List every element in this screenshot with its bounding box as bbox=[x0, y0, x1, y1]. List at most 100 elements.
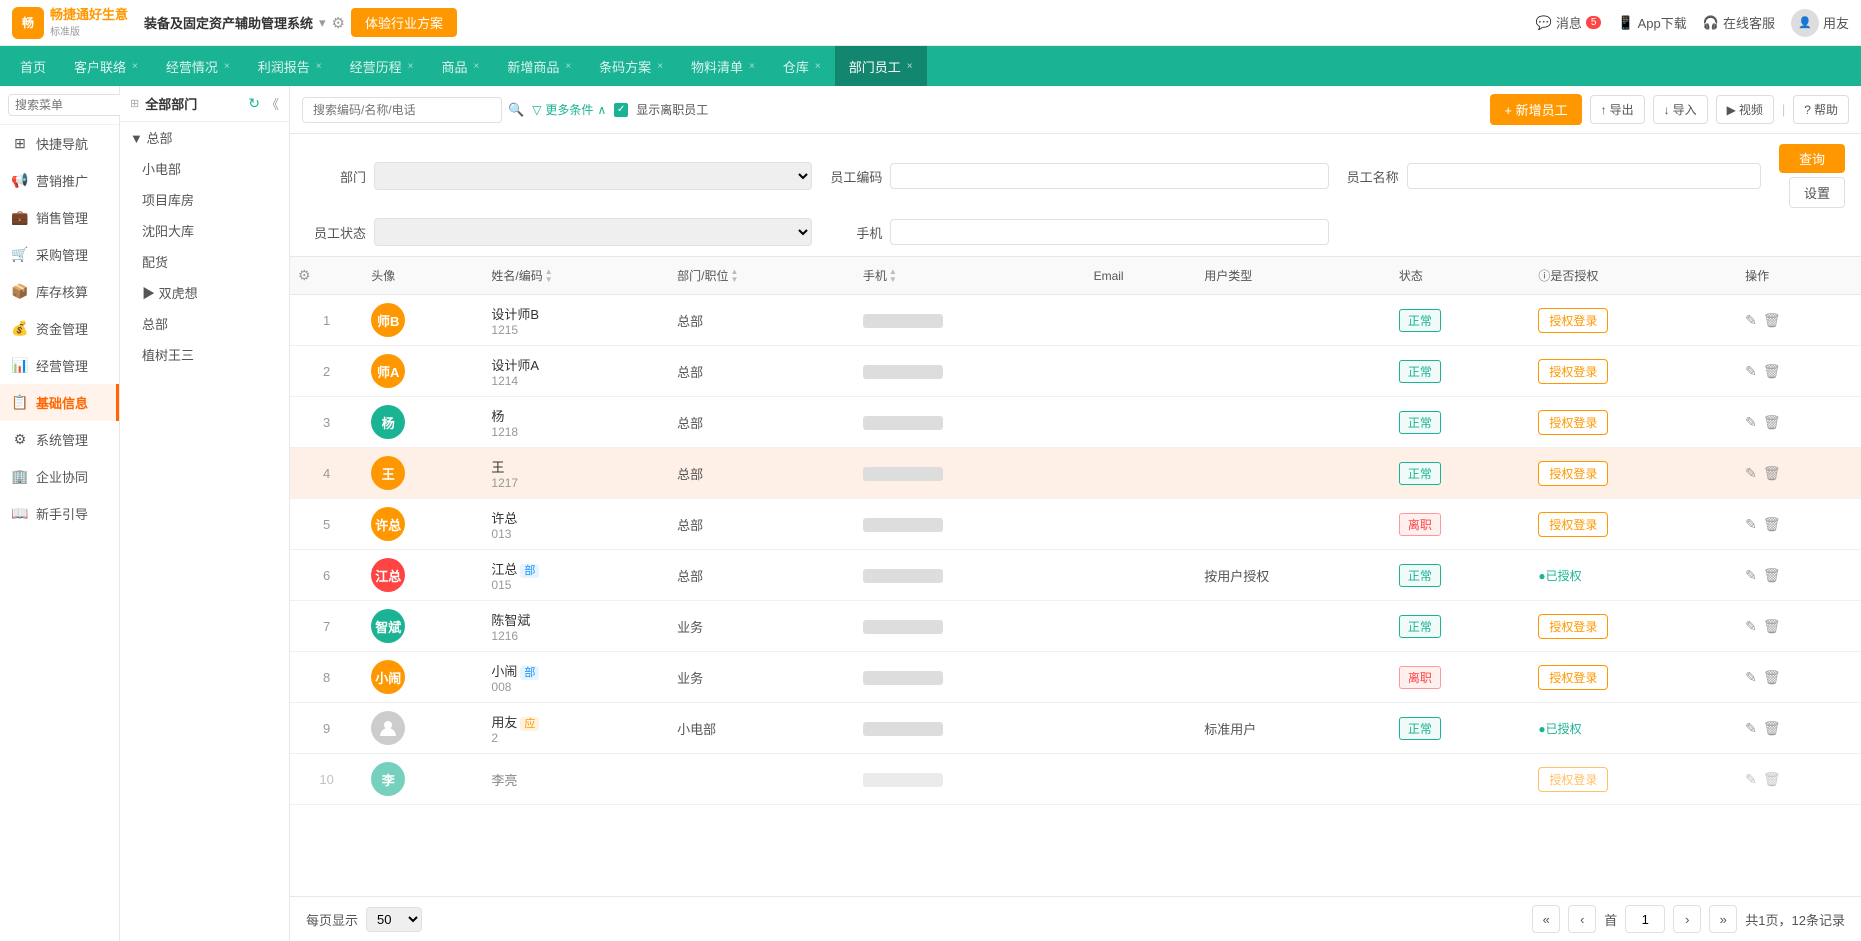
online-service-item[interactable]: 🎧 在线客服 bbox=[1703, 13, 1775, 32]
tree-item-distribution[interactable]: 配货 bbox=[120, 246, 289, 277]
more-filter-btn[interactable]: ▽ 更多条件 ∧ bbox=[532, 101, 606, 118]
edit-button[interactable]: ✎ bbox=[1745, 465, 1757, 482]
edit-button[interactable]: ✎ bbox=[1745, 516, 1757, 533]
tab-operation-history[interactable]: 经营历程 × bbox=[336, 46, 428, 86]
auth-login-button[interactable]: 授权登录 bbox=[1538, 614, 1608, 639]
page-number-input[interactable] bbox=[1625, 905, 1665, 933]
edit-button[interactable]: ✎ bbox=[1745, 669, 1757, 686]
phone-input[interactable] bbox=[890, 219, 1328, 245]
app-download-item[interactable]: 📱 App下载 bbox=[1617, 13, 1686, 32]
sidebar-item-enterprise[interactable]: 🏢 企业协同 bbox=[0, 458, 119, 495]
per-page-select[interactable]: 50 100 bbox=[366, 907, 422, 932]
tab-customer[interactable]: 客户联络 × bbox=[60, 46, 152, 86]
close-icon[interactable]: × bbox=[224, 61, 230, 72]
sidebar-item-quick-nav[interactable]: ⊞ 快捷导航 bbox=[0, 125, 119, 162]
edit-button[interactable]: ✎ bbox=[1745, 771, 1757, 788]
settings-gear-icon[interactable]: ⚙ bbox=[298, 267, 311, 283]
auth-login-button[interactable]: 授权登录 bbox=[1538, 767, 1608, 792]
auth-login-button[interactable]: 授权登录 bbox=[1538, 665, 1608, 690]
edit-button[interactable]: ✎ bbox=[1745, 720, 1757, 737]
tree-collapse-icon[interactable]: 《 bbox=[266, 94, 279, 113]
delete-button[interactable]: 🗑 bbox=[1763, 465, 1781, 482]
search-button[interactable]: 查询 bbox=[1779, 144, 1845, 173]
tab-add-goods[interactable]: 新增商品 × bbox=[493, 46, 585, 86]
tree-item-xiaodian[interactable]: 小电部 bbox=[120, 153, 289, 184]
show-resigned-checkbox[interactable]: ✓ 显示离职员工 bbox=[614, 101, 708, 118]
emp-name-input[interactable] bbox=[1407, 163, 1761, 189]
close-icon[interactable]: × bbox=[408, 61, 414, 72]
dropdown-arrow-icon[interactable]: ▾ bbox=[319, 15, 326, 31]
auth-login-button[interactable]: 授权登录 bbox=[1538, 308, 1608, 333]
edit-button[interactable]: ✎ bbox=[1745, 363, 1757, 380]
tab-profit-report[interactable]: 利润报告 × bbox=[244, 46, 336, 86]
message-item[interactable]: 💬 消息 5 bbox=[1536, 13, 1602, 32]
edit-button[interactable]: ✎ bbox=[1745, 618, 1757, 635]
sidebar-item-marketing[interactable]: 📢 营销推广 bbox=[0, 162, 119, 199]
delete-button[interactable]: 🗑 bbox=[1763, 771, 1781, 788]
sidebar-item-sales[interactable]: 💼 销售管理 bbox=[0, 199, 119, 236]
close-icon[interactable]: × bbox=[749, 61, 755, 72]
close-icon[interactable]: × bbox=[132, 61, 138, 72]
next-page-button[interactable]: › bbox=[1673, 905, 1701, 933]
delete-button[interactable]: 🗑 bbox=[1763, 720, 1781, 737]
col-dept[interactable]: 部门/职位 ▲▼ bbox=[669, 257, 855, 295]
emp-status-select[interactable] bbox=[374, 218, 812, 246]
tab-bom[interactable]: 物料清单 × bbox=[677, 46, 769, 86]
delete-button[interactable]: 🗑 bbox=[1763, 414, 1781, 431]
reset-button[interactable]: 设置 bbox=[1789, 177, 1845, 208]
tree-item-shenyang[interactable]: 沈阳大库 bbox=[120, 215, 289, 246]
export-button[interactable]: ↑ 导出 bbox=[1590, 95, 1645, 124]
auth-login-button[interactable]: 授权登录 bbox=[1538, 461, 1608, 486]
tab-dept-staff[interactable]: 部门员工 × bbox=[835, 46, 927, 86]
close-icon[interactable]: × bbox=[316, 61, 322, 72]
tree-item-all-dept[interactable]: ▼ 总部 bbox=[120, 122, 289, 153]
tree-refresh-icon[interactable]: ↻ bbox=[248, 95, 260, 112]
close-icon[interactable]: × bbox=[815, 61, 821, 72]
auth-login-button[interactable]: 授权登录 bbox=[1538, 410, 1608, 435]
edit-button[interactable]: ✎ bbox=[1745, 312, 1757, 329]
sidebar-search-area[interactable]: 🔍 bbox=[0, 86, 119, 125]
close-icon[interactable]: × bbox=[657, 61, 663, 72]
sidebar-item-finance[interactable]: 💰 资金管理 bbox=[0, 310, 119, 347]
tab-goods[interactable]: 商品 × bbox=[427, 46, 493, 86]
sidebar-item-operation[interactable]: 📊 经营管理 bbox=[0, 347, 119, 384]
tree-item-shuanghu[interactable]: ▶ 双虎想 bbox=[120, 277, 289, 308]
settings-icon[interactable]: ⚙ bbox=[332, 14, 345, 32]
tab-home[interactable]: 首页 bbox=[6, 46, 60, 86]
video-button[interactable]: ▶ 视频 bbox=[1716, 95, 1774, 124]
dept-select[interactable] bbox=[374, 162, 812, 190]
emp-code-input[interactable] bbox=[890, 163, 1328, 189]
tree-item-project[interactable]: 项目库房 bbox=[120, 184, 289, 215]
trial-button[interactable]: 体验行业方案 bbox=[351, 8, 457, 37]
search-icon[interactable]: 🔍 bbox=[508, 102, 524, 118]
user-item[interactable]: 👤 用友 bbox=[1791, 9, 1849, 37]
search-input[interactable] bbox=[302, 97, 502, 123]
sidebar-item-system[interactable]: ⚙ 系统管理 bbox=[0, 421, 119, 458]
col-phone[interactable]: 手机 ▲▼ bbox=[855, 257, 1086, 295]
close-icon[interactable]: × bbox=[907, 61, 913, 72]
delete-button[interactable]: 🗑 bbox=[1763, 516, 1781, 533]
close-icon[interactable]: × bbox=[473, 61, 479, 72]
tree-item-planting[interactable]: 植树王三 bbox=[120, 339, 289, 370]
col-name-code[interactable]: 姓名/编码 ▲▼ bbox=[483, 257, 669, 295]
auth-login-button[interactable]: 授权登录 bbox=[1538, 359, 1608, 384]
delete-button[interactable]: 🗑 bbox=[1763, 363, 1781, 380]
delete-button[interactable]: 🗑 bbox=[1763, 312, 1781, 329]
tree-item-head[interactable]: 总部 bbox=[120, 308, 289, 339]
delete-button[interactable]: 🗑 bbox=[1763, 567, 1781, 584]
prev-page-button[interactable]: ‹ bbox=[1568, 905, 1596, 933]
delete-button[interactable]: 🗑 bbox=[1763, 669, 1781, 686]
sidebar-item-purchase[interactable]: 🛒 采购管理 bbox=[0, 236, 119, 273]
add-employee-button[interactable]: + 新增员工 bbox=[1490, 94, 1581, 125]
edit-button[interactable]: ✎ bbox=[1745, 414, 1757, 431]
sidebar-item-inventory[interactable]: 📦 库存核算 bbox=[0, 273, 119, 310]
help-button[interactable]: ? 帮助 bbox=[1793, 95, 1849, 124]
tab-operation-status[interactable]: 经营情况 × bbox=[152, 46, 244, 86]
sidebar-item-guide[interactable]: 📖 新手引导 bbox=[0, 495, 119, 532]
import-button[interactable]: ↓ 导入 bbox=[1653, 95, 1708, 124]
auth-login-button[interactable]: 授权登录 bbox=[1538, 512, 1608, 537]
last-page-button[interactable]: » bbox=[1709, 905, 1737, 933]
tab-barcode[interactable]: 条码方案 × bbox=[585, 46, 677, 86]
close-icon[interactable]: × bbox=[565, 61, 571, 72]
edit-button[interactable]: ✎ bbox=[1745, 567, 1757, 584]
